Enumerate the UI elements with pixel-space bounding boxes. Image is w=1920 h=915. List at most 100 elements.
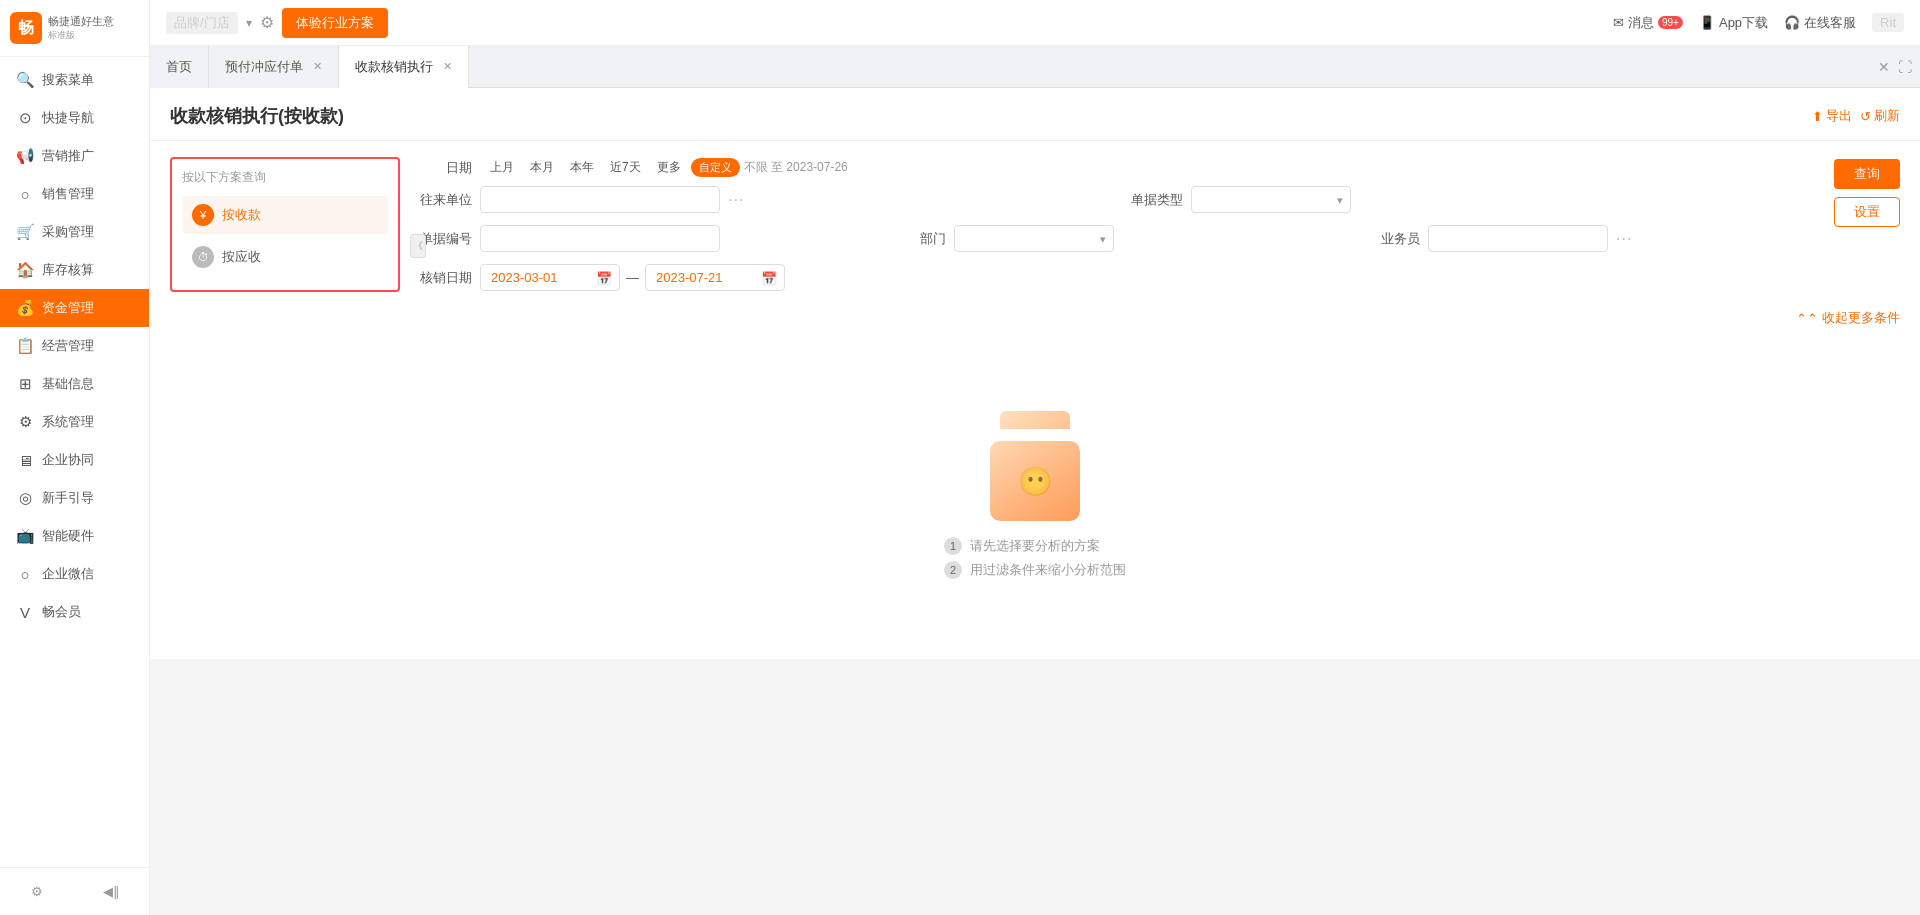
filter-sidebar-title: 按以下方案查询 <box>182 169 388 186</box>
date-this-month[interactable]: 本月 <box>524 157 560 178</box>
sidebar-item-management[interactable]: 📋 经营管理 <box>0 327 149 365</box>
user-name[interactable]: Rit <box>1872 13 1904 32</box>
refresh-btn[interactable]: ↺ 刷新 <box>1860 107 1900 125</box>
header-brand-area: 品牌/门店 ▾ ⚙ 体验行业方案 <box>166 8 1601 38</box>
hardware-icon: 📺 <box>16 527 34 545</box>
sidebar-item-member[interactable]: V 畅会员 <box>0 593 149 631</box>
page-content: 收款核销执行(按收款) ⬆ 导出 ↺ 刷新 按以下方 <box>150 88 1920 915</box>
verify-date-start-cal-icon[interactable]: 📅 <box>596 270 612 285</box>
filter-option-by-receivable[interactable]: ⏱ 按应收 <box>182 238 388 276</box>
page-title: 收款核销执行(按收款) <box>170 104 344 128</box>
customer-input[interactable] <box>480 186 720 213</box>
app-download-action[interactable]: 📱 App下载 <box>1699 14 1768 32</box>
empty-state: 😶 1 请先选择要分析的方案 2 用过滤条件来缩小分析范围 <box>150 351 1920 659</box>
nav-icon: ⊙ <box>16 109 34 127</box>
empty-hint-2: 2 用过滤条件来缩小分析范围 <box>944 561 1126 579</box>
sales-icon: ○ <box>16 186 34 203</box>
message-badge: 99+ <box>1658 16 1683 29</box>
query-button[interactable]: 查询 <box>1834 159 1900 189</box>
doc-type-select[interactable] <box>1191 186 1351 213</box>
filter-sidebar-wrap: 按以下方案查询 ¥ 按收款 ⏱ 按应收 《 <box>170 157 416 335</box>
page-inner: 收款核销执行(按收款) ⬆ 导出 ↺ 刷新 按以下方 <box>150 88 1920 659</box>
sidebar-item-basic[interactable]: ⊞ 基础信息 <box>0 365 149 403</box>
system-icon: ⚙ <box>16 413 34 431</box>
customer-dots[interactable]: ··· <box>728 191 744 209</box>
sidebar-item-purchase[interactable]: 🛒 采购管理 <box>0 213 149 251</box>
dept-select[interactable] <box>954 225 1114 252</box>
verify-date-dash: — <box>626 270 639 285</box>
tab-home[interactable]: 首页 <box>150 46 209 88</box>
filter-sidebar-collapse-btn[interactable]: 《 <box>410 234 426 258</box>
doc-type-select-wrap <box>1191 186 1351 213</box>
message-icon: ✉ <box>1613 15 1624 30</box>
export-btn[interactable]: ⬆ 导出 <box>1812 107 1852 125</box>
sidebar-item-nav[interactable]: ⊙ 快捷导航 <box>0 99 149 137</box>
filter-area: 按以下方案查询 ¥ 按收款 ⏱ 按应收 《 <box>150 141 1920 351</box>
online-service-action[interactable]: 🎧 在线客服 <box>1784 14 1856 32</box>
date-shortcut-bar: 上月 本月 本年 近7天 更多 自定义 不限 至 2023-07-26 <box>484 157 848 178</box>
staff-dots[interactable]: ··· <box>1616 230 1632 248</box>
date-last-month[interactable]: 上月 <box>484 157 520 178</box>
sidebar-item-sales[interactable]: ○ 销售管理 <box>0 175 149 213</box>
tab-close-prepay[interactable]: ✕ <box>313 60 322 73</box>
date-custom[interactable]: 自定义 <box>691 158 740 177</box>
app-download-label: App下载 <box>1719 14 1768 32</box>
message-action[interactable]: ✉ 消息 99+ <box>1613 14 1683 32</box>
sidebar-item-wechat[interactable]: ○ 企业微信 <box>0 555 149 593</box>
tab-actions: ✕ ⛶ <box>1870 59 1920 75</box>
service-icon: 🎧 <box>1784 15 1800 30</box>
doc-type-label: 单据类型 <box>1127 191 1183 209</box>
sidebar-settings-btn[interactable]: ⚙ <box>0 876 75 907</box>
verify-date-end-cal-icon[interactable]: 📅 <box>761 270 777 285</box>
sidebar-item-system[interactable]: ⚙ 系统管理 <box>0 403 149 441</box>
message-label: 消息 <box>1628 14 1654 32</box>
finance-icon: 💰 <box>16 299 34 317</box>
inventory-icon: 🏠 <box>16 261 34 279</box>
settings-button[interactable]: 设置 <box>1834 197 1900 227</box>
tab-close-btn[interactable]: ✕ <box>1878 59 1890 75</box>
basic-icon: ⊞ <box>16 375 34 393</box>
header-dropdown-icon[interactable]: ▾ <box>246 16 252 30</box>
filter-option-by-receipt[interactable]: ¥ 按收款 <box>182 196 388 234</box>
date-more[interactable]: 更多 <box>651 157 687 178</box>
tab-bar: 首页 预付冲应付单 ✕ 收款核销执行 ✕ ✕ ⛶ <box>150 46 1920 88</box>
management-icon: 📋 <box>16 337 34 355</box>
collab-icon: 🖥 <box>16 452 34 469</box>
page-title-bar: 收款核销执行(按收款) ⬆ 导出 ↺ 刷新 <box>150 88 1920 141</box>
sidebar-collapse-btn[interactable]: ◀‖ <box>75 876 150 907</box>
wechat-icon: ○ <box>16 566 34 583</box>
sidebar-logo: 畅 畅捷通好生意 标准版 <box>0 0 149 57</box>
date-last-7days[interactable]: 近7天 <box>604 157 647 178</box>
verify-date-end-wrap: 📅 <box>645 264 785 291</box>
sidebar-item-search[interactable]: 🔍 搜索菜单 <box>0 61 149 99</box>
date-no-limit: 不限 至 2023-07-26 <box>744 159 848 176</box>
sidebar-item-marketing[interactable]: 📢 营销推广 <box>0 137 149 175</box>
sidebar-item-hardware[interactable]: 📺 智能硬件 <box>0 517 149 555</box>
customer-label: 往来单位 <box>416 191 472 209</box>
sidebar-item-finance[interactable]: 💰 资金管理 <box>0 289 149 327</box>
filter-action-btns: 查询 设置 <box>1834 157 1900 227</box>
sidebar-item-collab[interactable]: 🖥 企业协同 <box>0 441 149 479</box>
page-title-actions: ⬆ 导出 ↺ 刷新 <box>1812 107 1900 125</box>
search-menu-icon: 🔍 <box>16 71 34 89</box>
header-solution-btn[interactable]: 体验行业方案 <box>282 8 388 38</box>
tab-verify[interactable]: 收款核销执行 ✕ <box>339 46 469 88</box>
header-brand-text: 品牌/门店 <box>166 12 238 34</box>
logo-icon: 畅 <box>10 12 42 44</box>
sidebar-item-guide[interactable]: ◎ 新手引导 <box>0 479 149 517</box>
refresh-icon: ↺ <box>1860 109 1871 124</box>
tab-prepay[interactable]: 预付冲应付单 ✕ <box>209 46 339 88</box>
sidebar-menu: 🔍 搜索菜单 ⊙ 快捷导航 📢 营销推广 ○ 销售管理 🛒 采购管理 🏠 库存核… <box>0 57 149 867</box>
date-this-year[interactable]: 本年 <box>564 157 600 178</box>
tab-expand-btn[interactable]: ⛶ <box>1898 59 1912 75</box>
tab-close-verify[interactable]: ✕ <box>443 60 452 73</box>
header-gear-icon[interactable]: ⚙ <box>260 13 274 32</box>
sidebar-item-inventory[interactable]: 🏠 库存核算 <box>0 251 149 289</box>
staff-input[interactable] <box>1428 225 1608 252</box>
empty-illustration: 😶 <box>975 411 1095 521</box>
doc-no-input[interactable] <box>480 225 720 252</box>
collapse-more-btn[interactable]: ⌃⌃ 收起更多条件 <box>1796 309 1900 327</box>
verify-date-start-wrap: 📅 <box>480 264 620 291</box>
receivable-option-icon: ⏱ <box>192 246 214 268</box>
top-header: 品牌/门店 ▾ ⚙ 体验行业方案 ✉ 消息 99+ 📱 App下载 🎧 在线客服… <box>150 0 1920 46</box>
